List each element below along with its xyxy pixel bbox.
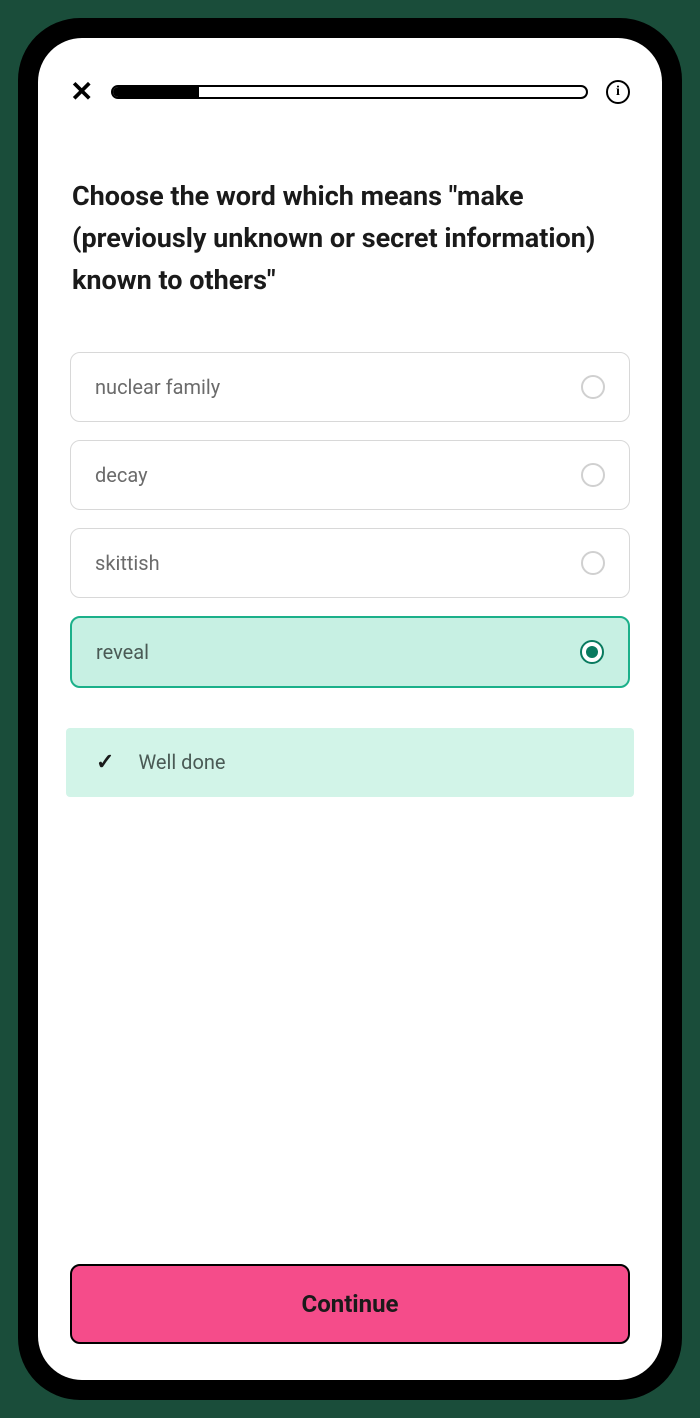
continue-button[interactable]: Continue <box>70 1264 630 1344</box>
check-icon: ✓ <box>96 750 114 775</box>
feedback-text: Well done <box>138 750 225 774</box>
option-skittish[interactable]: skittish <box>70 528 630 598</box>
feedback-banner: ✓ Well done <box>66 728 634 797</box>
option-label: nuclear family <box>95 375 220 399</box>
option-decay[interactable]: decay <box>70 440 630 510</box>
phone-screen: ✕ i Choose the word which means "make (p… <box>38 38 662 1380</box>
option-label: skittish <box>95 551 160 575</box>
radio-icon <box>581 463 605 487</box>
phone-frame: ✕ i Choose the word which means "make (p… <box>20 20 680 1398</box>
progress-bar <box>111 85 588 99</box>
info-icon[interactable]: i <box>606 80 630 104</box>
spacer <box>66 797 634 1264</box>
radio-selected-icon <box>580 640 604 664</box>
option-reveal[interactable]: reveal <box>70 616 630 688</box>
close-icon[interactable]: ✕ <box>70 78 93 106</box>
header-bar: ✕ i <box>66 78 634 106</box>
option-label: reveal <box>96 640 149 664</box>
progress-fill <box>113 87 198 97</box>
question-text: Choose the word which means "make (previ… <box>66 176 634 302</box>
option-label: decay <box>95 463 148 487</box>
option-nuclear-family[interactable]: nuclear family <box>70 352 630 422</box>
radio-icon <box>581 551 605 575</box>
options-list: nuclear family decay skittish reveal <box>66 352 634 688</box>
radio-icon <box>581 375 605 399</box>
